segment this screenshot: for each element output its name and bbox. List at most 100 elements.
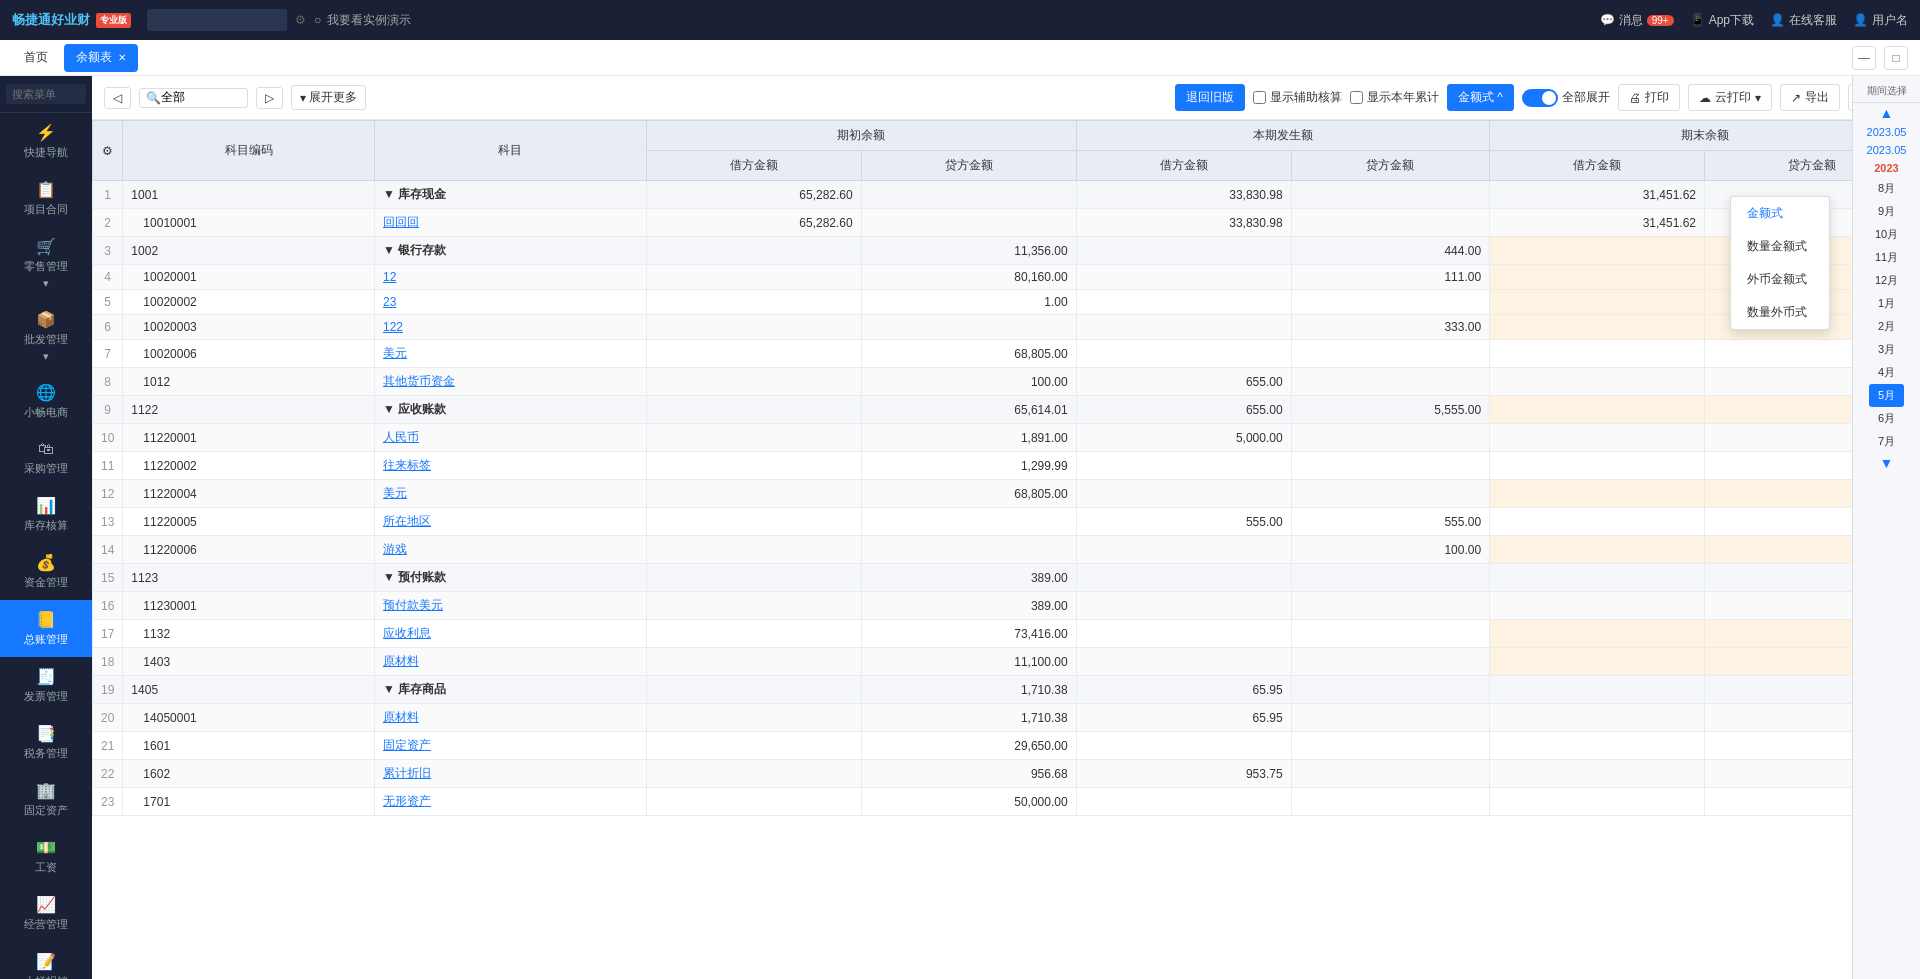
message-btn[interactable]: 💬 消息 99+ — [1600, 12, 1674, 29]
sidebar-item-purchase[interactable]: 🛍 采购管理 — [0, 430, 92, 486]
account-code-cell: 1602 — [123, 760, 375, 788]
sidebar-item-project[interactable]: 📋 项目合同 — [0, 170, 92, 227]
tab-close-icon[interactable]: ✕ — [118, 52, 126, 63]
current-debit-cell: 65.95 — [1076, 676, 1291, 704]
expand-more-btn[interactable]: ▾ 展开更多 — [291, 85, 366, 110]
ytd-checkbox-input[interactable] — [1350, 91, 1363, 104]
account-name-cell: 固定资产 — [374, 732, 646, 760]
export-btn[interactable]: ↗ 导出 — [1780, 84, 1840, 111]
period-month-9[interactable]: 5月 — [1869, 384, 1904, 407]
opening-credit-cell: 389.00 — [861, 592, 1076, 620]
sidebar-item-fixed-assets[interactable]: 🏢 固定资产 — [0, 771, 92, 828]
th-settings[interactable]: ⚙ — [93, 121, 123, 181]
format-dropdown-btn[interactable]: 金额式 ^ — [1447, 84, 1514, 111]
current-debit-cell: 65.95 — [1076, 704, 1291, 732]
period-month-4[interactable]: 12月 — [1869, 269, 1904, 292]
tab-minimize-btn[interactable]: — — [1852, 46, 1876, 70]
period-year-next: 2023.05 — [1865, 141, 1909, 159]
dropdown-item-amount[interactable]: 金额式 — [1731, 197, 1829, 230]
expand-all-toggle[interactable]: 全部展开 — [1522, 89, 1610, 107]
period-panel: 期间选择 ▲ 2023.05 2023.05 20238月9月10月11月12月… — [1852, 76, 1920, 979]
period-month-1[interactable]: 9月 — [1869, 200, 1904, 223]
back-to-old-btn[interactable]: 退回旧版 — [1175, 84, 1245, 111]
search-icon: 🔍 — [146, 91, 161, 105]
account-search-input[interactable] — [161, 91, 241, 105]
current-credit-cell — [1291, 564, 1489, 592]
sidebar-item-general-ledger[interactable]: 📒 总账管理 — [0, 600, 92, 657]
account-code-cell: 1701 — [123, 788, 375, 816]
current-credit-cell — [1291, 648, 1489, 676]
sidebar-item-capital[interactable]: 💰 资金管理 — [0, 543, 92, 600]
period-month-0[interactable]: 8月 — [1869, 177, 1904, 200]
period-nav-up[interactable]: ▲ — [1878, 103, 1896, 123]
demo-link[interactable]: ○ 我要看实例演示 — [314, 12, 411, 29]
tab-home[interactable]: 首页 — [12, 44, 60, 72]
app-title: 畅捷通好业财 — [12, 11, 90, 29]
sidebar-item-sales[interactable]: 📝 小畅报销 — [0, 942, 92, 979]
tab-bar-controls: — □ — [1852, 46, 1908, 70]
closing-debit-cell — [1490, 396, 1705, 424]
content-area: ◁ 🔍 ▷ ▾ 展开更多 退回旧版 显示辅助核算 — [92, 76, 1920, 979]
aux-checkbox-input[interactable] — [1253, 91, 1266, 104]
user-avatar[interactable]: 👤 用户名 — [1853, 12, 1908, 29]
dropdown-item-foreign-amount[interactable]: 外币金额式 — [1731, 263, 1829, 296]
operations-icon: 📈 — [36, 895, 56, 914]
tab-maximize-btn[interactable]: □ — [1884, 46, 1908, 70]
current-debit-cell — [1076, 536, 1291, 564]
row-num: 3 — [93, 237, 123, 265]
current-debit-cell — [1076, 315, 1291, 340]
opening-credit-cell — [861, 315, 1076, 340]
sidebar-item-wholesale[interactable]: 📦 批发管理 ▾ — [0, 300, 92, 373]
account-code-cell: 14050001 — [123, 704, 375, 732]
settings-top-icon[interactable]: ⚙ — [295, 13, 306, 27]
sidebar-item-tax[interactable]: 📑 税务管理 — [0, 714, 92, 771]
period-nav-down[interactable]: ▼ — [1878, 453, 1896, 473]
current-debit-cell: 33,830.98 — [1076, 209, 1291, 237]
period-month-10[interactable]: 6月 — [1869, 407, 1904, 430]
account-name-cell: 累计折旧 — [374, 760, 646, 788]
account-name-cell: 原材料 — [374, 704, 646, 732]
account-code-cell: 1002 — [123, 237, 375, 265]
row-num: 8 — [93, 368, 123, 396]
show-aux-checkbox[interactable]: 显示辅助核算 — [1253, 89, 1342, 106]
sidebar-item-quick-nav[interactable]: ⚡ 快捷导航 — [0, 113, 92, 170]
sidebar-item-inventory[interactable]: 📊 库存核算 — [0, 486, 92, 543]
account-code-cell: 10020006 — [123, 340, 375, 368]
row-num: 16 — [93, 592, 123, 620]
print-btn[interactable]: 🖨 打印 — [1618, 84, 1680, 111]
sidebar-item-operations[interactable]: 📈 经营管理 — [0, 885, 92, 942]
online-service-btn[interactable]: 👤 在线客服 — [1770, 12, 1837, 29]
account-search-box[interactable]: 🔍 — [139, 88, 248, 108]
back-nav-btn[interactable]: ◁ — [104, 87, 131, 109]
cloud-print-btn[interactable]: ☁ 云打印 ▾ — [1688, 84, 1772, 111]
th-current-group: 本期发生额 — [1076, 121, 1489, 151]
sidebar-item-ecommerce[interactable]: 🌐 小畅电商 — [0, 373, 92, 430]
opening-debit-cell — [646, 508, 861, 536]
period-month-2[interactable]: 10月 — [1869, 223, 1904, 246]
app-download-btn[interactable]: 📱 App下载 — [1690, 12, 1754, 29]
period-month-5[interactable]: 1月 — [1869, 292, 1904, 315]
search-input[interactable] — [6, 84, 86, 104]
period-month-6[interactable]: 2月 — [1869, 315, 1904, 338]
sidebar-search-box[interactable] — [0, 76, 92, 113]
show-ytd-checkbox[interactable]: 显示本年累计 — [1350, 89, 1439, 106]
opening-credit-cell — [861, 508, 1076, 536]
period-month-11[interactable]: 7月 — [1869, 430, 1904, 453]
current-credit-cell — [1291, 704, 1489, 732]
tab-balance[interactable]: 余额表 ✕ — [64, 44, 138, 72]
period-month-7[interactable]: 3月 — [1869, 338, 1904, 361]
row-num: 1 — [93, 181, 123, 209]
period-month-8[interactable]: 4月 — [1869, 361, 1904, 384]
dropdown-item-qty-amount[interactable]: 数量金额式 — [1731, 230, 1829, 263]
opening-credit-cell — [861, 209, 1076, 237]
opening-credit-cell — [861, 536, 1076, 564]
forward-nav-btn[interactable]: ▷ — [256, 87, 283, 109]
sidebar-item-salary[interactable]: 💵 工资 — [0, 828, 92, 885]
opening-debit-cell — [646, 536, 861, 564]
opening-credit-cell: 1.00 — [861, 290, 1076, 315]
account-name-cell: ▼ 银行存款 — [374, 237, 646, 265]
sidebar-item-retail[interactable]: 🛒 零售管理 ▾ — [0, 227, 92, 300]
dropdown-item-qty-foreign[interactable]: 数量外币式 — [1731, 296, 1829, 329]
sidebar-item-invoice[interactable]: 🧾 发票管理 — [0, 657, 92, 714]
period-month-3[interactable]: 11月 — [1869, 246, 1904, 269]
